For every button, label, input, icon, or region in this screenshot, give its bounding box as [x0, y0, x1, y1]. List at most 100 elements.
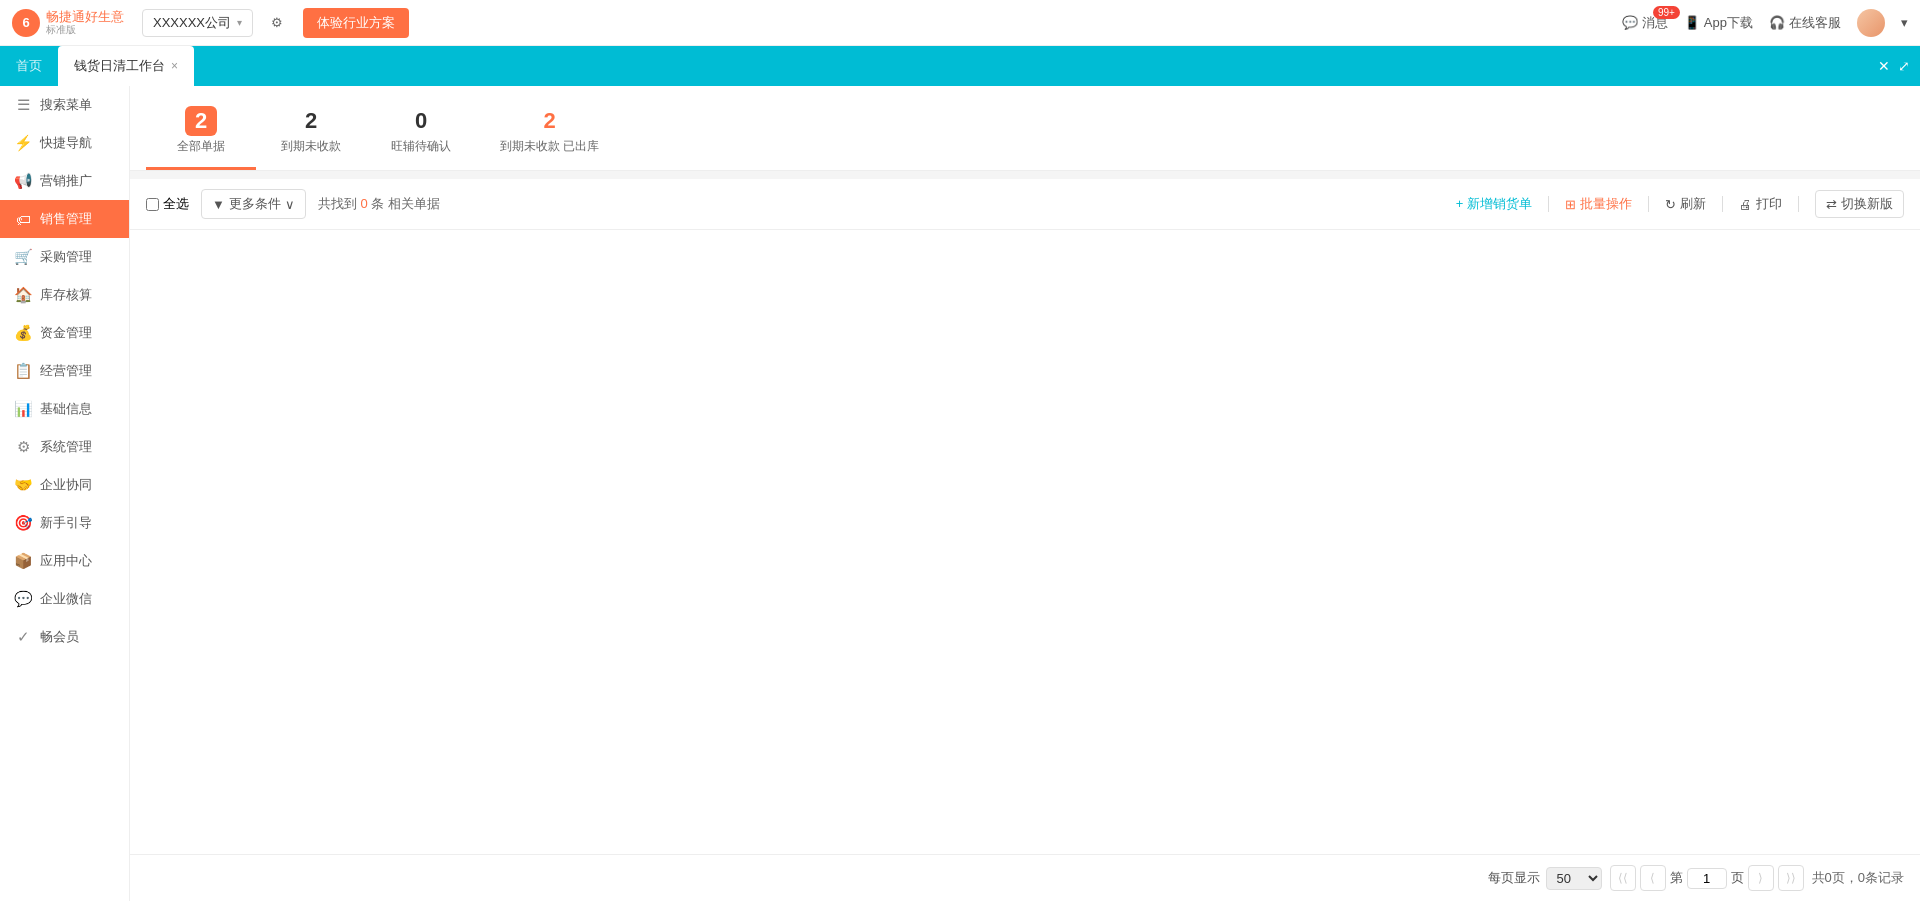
sidebar-item-guide[interactable]: 🎯 新手引导 [0, 504, 129, 542]
avatar[interactable] [1857, 9, 1885, 37]
inventory-icon: 🏠 [14, 286, 32, 304]
sidebar-item-inventory[interactable]: 🏠 库存核算 [0, 276, 129, 314]
next-page-button[interactable]: ⟩ [1748, 865, 1774, 891]
sidebar-item-member[interactable]: ✓ 畅会员 [0, 618, 129, 656]
logo-text: 畅捷通好生意 标准版 [46, 9, 124, 37]
trial-button[interactable]: 体验行业方案 [303, 8, 409, 38]
cooperation-icon: 🤝 [14, 476, 32, 494]
sidebar-item-system[interactable]: ⚙ 系统管理 [0, 428, 129, 466]
table-area [130, 230, 1920, 854]
per-page-select[interactable]: 50 10 20 100 [1546, 867, 1602, 890]
toolbar-right: + 新增销货单 ⊞ 批量操作 ↻ 刷新 🖨 打印 [1456, 190, 1904, 218]
main-layout: ☰ 搜索菜单 ⚡ 快捷导航 📢 营销推广 🏷 销售管理 🛒 采购管理 🏠 库存核… [0, 86, 1920, 901]
stat-num-overdue: 2 [295, 106, 327, 136]
stat-tab-unshipped[interactable]: 2 到期未收款 已出库 [476, 98, 623, 170]
page-total: 共0页，0条记录 [1812, 869, 1904, 887]
tab-expand-area: ✕ ⤢ [1878, 58, 1920, 74]
marketing-icon: 📢 [14, 172, 32, 190]
sidebar-item-sales[interactable]: 🏷 销售管理 [0, 200, 129, 238]
tab-active[interactable]: 钱货日清工作台 × [58, 46, 194, 86]
refresh-button[interactable]: ↻ 刷新 [1665, 195, 1706, 213]
expand-icon[interactable]: ⤢ [1898, 58, 1910, 74]
stat-label-all: 全部单据 [177, 138, 225, 155]
page-input[interactable] [1687, 868, 1727, 889]
settings-button[interactable]: ⚙ [261, 7, 293, 39]
stats-tabs: 2 全部单据 2 到期未收款 0 旺辅待确认 2 到期未收款 已出库 [130, 86, 1920, 171]
toolbar: 全选 ▼ 更多条件 ∨ 共找到 0 条 相关单据 + 新增销货单 ⊞ [130, 179, 1920, 230]
stat-label-pending: 旺辅待确认 [391, 138, 451, 155]
select-all-input[interactable] [146, 198, 159, 211]
app-download-button[interactable]: 📱 App下载 [1684, 14, 1753, 32]
print-icon: 🖨 [1739, 197, 1752, 212]
message-button[interactable]: 💬 消息 99+ [1622, 14, 1668, 32]
avatar-image [1857, 9, 1885, 37]
pagination: 每页显示 50 10 20 100 ⟨⟨ ⟨ 第 页 ⟩ ⟩⟩ 共0页，0条记录 [130, 854, 1920, 901]
divider2 [1648, 196, 1649, 212]
tab-bar: 首页 钱货日清工作台 × ✕ ⤢ [0, 46, 1920, 86]
filter-button[interactable]: ▼ 更多条件 ∨ [201, 189, 306, 219]
last-page-button[interactable]: ⟩⟩ [1778, 865, 1804, 891]
sidebar-item-quick-nav[interactable]: ⚡ 快捷导航 [0, 124, 129, 162]
divider3 [1722, 196, 1723, 212]
stat-tab-overdue[interactable]: 2 到期未收款 [256, 98, 366, 170]
member-icon: ✓ [14, 628, 32, 646]
batch-operation-button[interactable]: ⊞ 批量操作 [1565, 195, 1632, 213]
chevron-down-icon: ∨ [285, 197, 295, 212]
sidebar-item-app-center[interactable]: 📦 应用中心 [0, 542, 129, 580]
batch-icon: ⊞ [1565, 197, 1576, 212]
basic-info-icon: 📊 [14, 400, 32, 418]
top-header: 6 畅捷通好生意 标准版 XXXXXX公司 ▾ ⚙ 体验行业方案 💬 消息 99… [0, 0, 1920, 46]
divider4 [1798, 196, 1799, 212]
stat-label-overdue: 到期未收款 [281, 138, 341, 155]
logo-area: 6 畅捷通好生意 标准版 [12, 9, 142, 37]
service-icon: 🎧 [1769, 15, 1785, 30]
sidebar-item-operations[interactable]: 📋 经营管理 [0, 352, 129, 390]
online-service-button[interactable]: 🎧 在线客服 [1769, 14, 1841, 32]
app-center-icon: 📦 [14, 552, 32, 570]
sidebar-item-marketing[interactable]: 📢 营销推广 [0, 162, 129, 200]
add-sales-order-button[interactable]: + 新增销货单 [1456, 195, 1532, 213]
sidebar-item-wechat[interactable]: 💬 企业微信 [0, 580, 129, 618]
purchase-icon: 🛒 [14, 248, 32, 266]
divider [1548, 196, 1549, 212]
user-menu[interactable]: ▾ [1901, 15, 1908, 30]
tab-close-icon[interactable]: × [171, 59, 178, 73]
content-area: 2 全部单据 2 到期未收款 0 旺辅待确认 2 到期未收款 已出库 全选 [130, 86, 1920, 901]
prev-page-button[interactable]: ⟨ [1640, 865, 1666, 891]
page-nav: ⟨⟨ ⟨ 第 页 ⟩ ⟩⟩ [1610, 865, 1804, 891]
finance-icon: 💰 [14, 324, 32, 342]
stat-tab-all[interactable]: 2 全部单据 [146, 98, 256, 170]
wechat-icon: 💬 [14, 590, 32, 608]
stat-num-pending: 0 [405, 106, 437, 136]
stat-label-unshipped: 到期未收款 已出库 [500, 138, 599, 155]
company-selector[interactable]: XXXXXX公司 ▾ [142, 9, 253, 37]
gear-icon: ⚙ [271, 15, 283, 30]
first-page-button[interactable]: ⟨⟨ [1610, 865, 1636, 891]
filter-icon: ▼ [212, 197, 225, 212]
found-text: 共找到 0 条 相关单据 [318, 195, 440, 213]
quick-nav-icon: ⚡ [14, 134, 32, 152]
chevron-down-icon: ▾ [237, 17, 242, 28]
tab-home[interactable]: 首页 [0, 46, 58, 86]
stat-tab-pending[interactable]: 0 旺辅待确认 [366, 98, 476, 170]
refresh-icon: ↻ [1665, 197, 1676, 212]
sidebar-item-search-menu[interactable]: ☰ 搜索菜单 [0, 86, 129, 124]
per-page-selector: 每页显示 50 10 20 100 [1488, 867, 1602, 890]
guide-icon: 🎯 [14, 514, 32, 532]
sidebar-item-finance[interactable]: 💰 资金管理 [0, 314, 129, 352]
header-right: 💬 消息 99+ 📱 App下载 🎧 在线客服 ▾ [1622, 9, 1908, 37]
sidebar-item-basic-info[interactable]: 📊 基础信息 [0, 390, 129, 428]
select-all-checkbox[interactable]: 全选 [146, 195, 189, 213]
operations-icon: 📋 [14, 362, 32, 380]
system-icon: ⚙ [14, 438, 32, 456]
stat-num-unshipped: 2 [534, 106, 566, 136]
switch-icon: ⇄ [1826, 197, 1837, 212]
chevron-down-icon: ▾ [1901, 15, 1908, 30]
sidebar-item-purchase[interactable]: 🛒 采购管理 [0, 238, 129, 276]
print-button[interactable]: 🖨 打印 [1739, 195, 1782, 213]
sidebar-item-cooperation[interactable]: 🤝 企业协同 [0, 466, 129, 504]
switch-version-button[interactable]: ⇄ 切换新版 [1815, 190, 1904, 218]
search-menu-icon: ☰ [14, 96, 32, 114]
close-window-icon[interactable]: ✕ [1878, 58, 1890, 74]
sales-icon: 🏷 [14, 211, 32, 228]
